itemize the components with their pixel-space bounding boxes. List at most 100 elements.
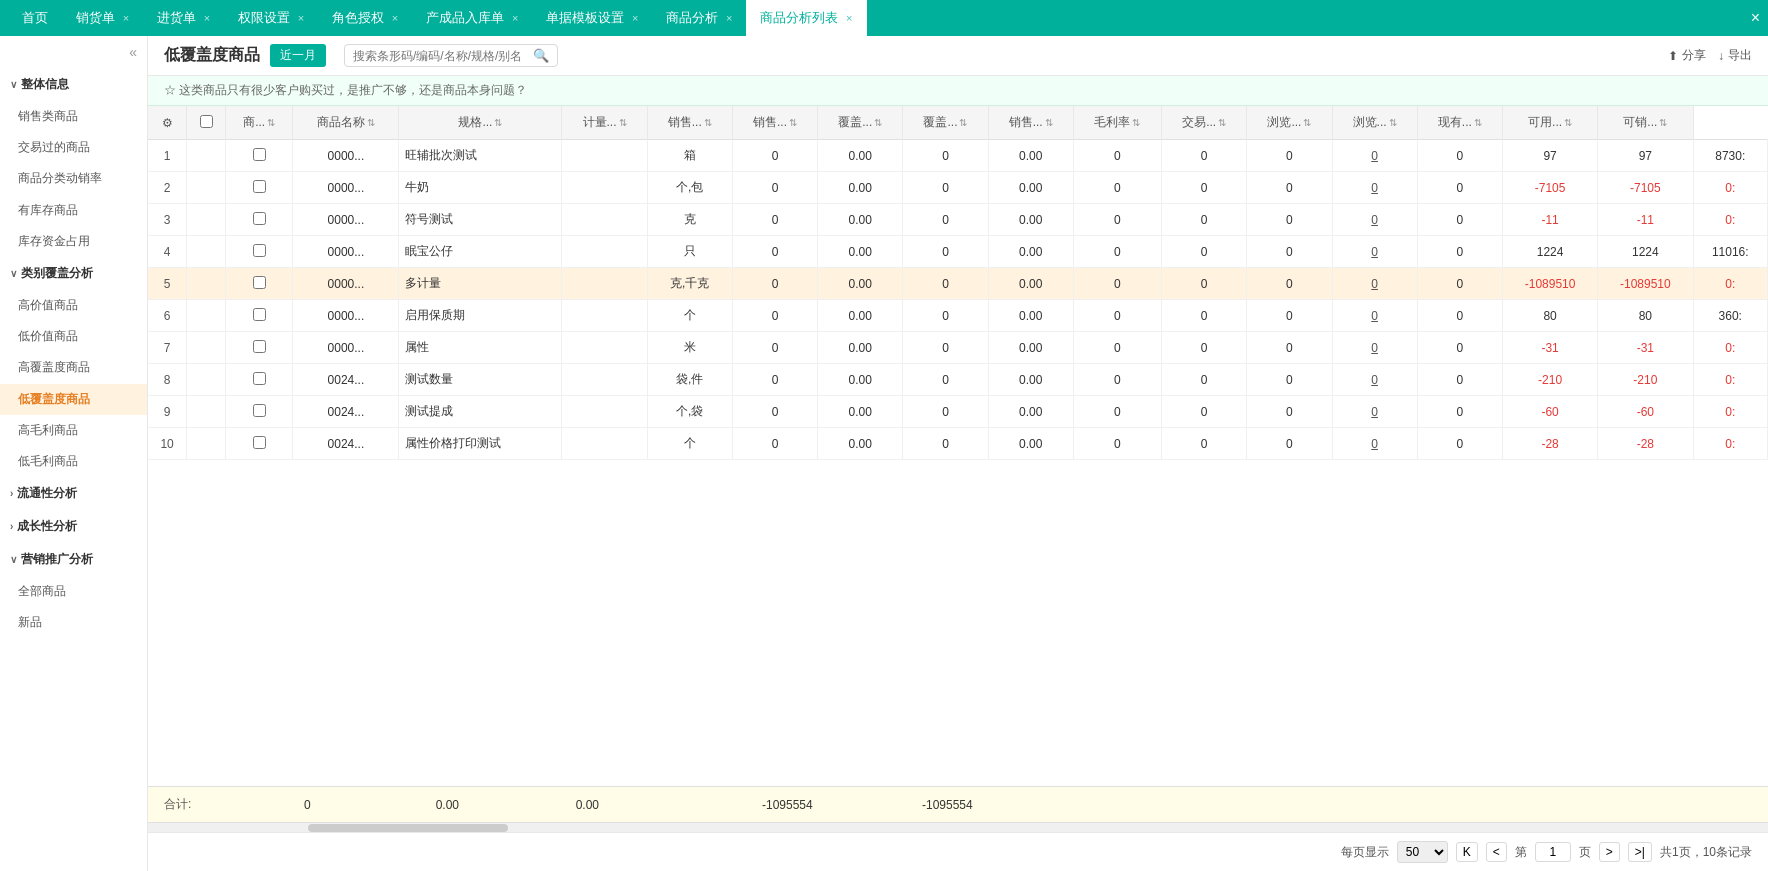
close-permission-icon[interactable]: × [298, 12, 304, 24]
row-checkbox[interactable] [253, 308, 266, 321]
search-icon[interactable]: 🔍 [533, 48, 549, 63]
browse-link[interactable]: 0 [1371, 213, 1378, 227]
col-coverage2[interactable]: 覆盖...⇅ [903, 106, 988, 140]
cell-browse1[interactable]: 0 [1332, 396, 1417, 428]
sidebar-item-category-rate[interactable]: 商品分类动销率 [0, 163, 147, 194]
cell-checkbox[interactable] [226, 140, 293, 172]
col-sales-amt[interactable]: 销售...⇅ [732, 106, 817, 140]
sidebar-item-new-goods[interactable]: 新品 [0, 607, 147, 638]
first-page-button[interactable]: K [1456, 842, 1478, 862]
cell-checkbox[interactable] [226, 204, 293, 236]
browse-link[interactable]: 0 [1371, 405, 1378, 419]
share-button[interactable]: ⬆ 分享 [1668, 47, 1706, 64]
browse-link[interactable]: 0 [1371, 373, 1378, 387]
col-unit[interactable]: 计量...⇅ [562, 106, 647, 140]
cell-checkbox[interactable] [226, 236, 293, 268]
close-purchase-icon[interactable]: × [204, 12, 210, 24]
table-wrapper[interactable]: ⚙ 商...⇅ 商品名称⇅ 规格...⇅ 计量...⇅ 销售...⇅ 销售...… [148, 106, 1768, 786]
last-page-button[interactable]: >| [1628, 842, 1652, 862]
col-code[interactable]: 商...⇅ [226, 106, 293, 140]
sidebar-item-all-goods[interactable]: 全部商品 [0, 576, 147, 607]
sidebar-item-high-value[interactable]: 高价值商品 [0, 290, 147, 321]
sidebar-item-stock-goods[interactable]: 有库存商品 [0, 195, 147, 226]
sidebar-section-coverage[interactable]: ∨ 类别覆盖分析 [0, 257, 147, 290]
browse-link[interactable]: 0 [1371, 181, 1378, 195]
cell-browse1[interactable]: 0 [1332, 140, 1417, 172]
cell-browse1[interactable]: 0 [1332, 236, 1417, 268]
row-checkbox[interactable] [253, 340, 266, 353]
col-saleable[interactable]: 可销...⇅ [1598, 106, 1693, 140]
browse-link[interactable]: 0 [1371, 277, 1378, 291]
col-current-stock[interactable]: 现有...⇅ [1417, 106, 1502, 140]
sidebar-section-liquidity[interactable]: › 流通性分析 [0, 477, 147, 510]
sidebar-item-traded-goods[interactable]: 交易过的商品 [0, 132, 147, 163]
sidebar-item-high-gross[interactable]: 高毛利商品 [0, 415, 147, 446]
nav-tab-finished[interactable]: 产成品入库单 × [412, 0, 532, 36]
cell-checkbox[interactable] [226, 172, 293, 204]
per-page-select[interactable]: 50 100 200 [1397, 841, 1448, 863]
sidebar-section-marketing[interactable]: ∨ 营销推广分析 [0, 543, 147, 576]
sidebar-item-low-value[interactable]: 低价值商品 [0, 321, 147, 352]
sidebar-item-stock-capital[interactable]: 库存资金占用 [0, 226, 147, 257]
sidebar-item-sales-goods[interactable]: 销售类商品 [0, 101, 147, 132]
search-input[interactable] [353, 49, 533, 63]
nav-tab-sales[interactable]: 销货单 × [62, 0, 143, 36]
col-transaction[interactable]: 交易...⇅ [1162, 106, 1247, 140]
row-checkbox[interactable] [253, 372, 266, 385]
row-checkbox[interactable] [253, 404, 266, 417]
col-spec[interactable]: 规格...⇅ [399, 106, 562, 140]
row-checkbox[interactable] [253, 276, 266, 289]
nav-tab-role[interactable]: 角色授权 × [318, 0, 412, 36]
cell-checkbox[interactable] [226, 396, 293, 428]
close-template-icon[interactable]: × [632, 12, 638, 24]
col-browse2[interactable]: 浏览...⇅ [1332, 106, 1417, 140]
browse-link[interactable]: 0 [1371, 309, 1378, 323]
sidebar-collapse-button[interactable]: « [0, 36, 147, 68]
col-sales-qty[interactable]: 销售...⇅ [647, 106, 732, 140]
prev-page-button[interactable]: < [1486, 842, 1507, 862]
nav-tab-permission[interactable]: 权限设置 × [224, 0, 318, 36]
cell-browse1[interactable]: 0 [1332, 332, 1417, 364]
browse-link[interactable]: 0 [1371, 245, 1378, 259]
page-input[interactable] [1535, 842, 1571, 862]
browse-link[interactable]: 0 [1371, 341, 1378, 355]
col-checkbox[interactable] [187, 106, 226, 140]
time-filter-button[interactable]: 近一月 [270, 44, 326, 67]
col-sales3[interactable]: 销售...⇅ [988, 106, 1073, 140]
sidebar-item-low-gross[interactable]: 低毛利商品 [0, 446, 147, 477]
sidebar-item-high-coverage[interactable]: 高覆盖度商品 [0, 352, 147, 383]
select-all-checkbox[interactable] [200, 115, 213, 128]
cell-checkbox[interactable] [226, 428, 293, 460]
cell-browse1[interactable]: 0 [1332, 300, 1417, 332]
cell-checkbox[interactable] [226, 300, 293, 332]
cell-browse1[interactable]: 0 [1332, 364, 1417, 396]
col-coverage1[interactable]: 覆盖...⇅ [818, 106, 903, 140]
sidebar-section-overall[interactable]: ∨ 整体信息 [0, 68, 147, 101]
nav-tab-purchase[interactable]: 进货单 × [143, 0, 224, 36]
nav-tab-analysis[interactable]: 商品分析 × [652, 0, 746, 36]
cell-checkbox[interactable] [226, 332, 293, 364]
row-checkbox[interactable] [253, 436, 266, 449]
close-role-icon[interactable]: × [392, 12, 398, 24]
next-page-button[interactable]: > [1599, 842, 1620, 862]
settings-icon[interactable]: ⚙ [162, 116, 173, 130]
browse-link[interactable]: 0 [1371, 149, 1378, 163]
browse-link[interactable]: 0 [1371, 437, 1378, 451]
export-button[interactable]: ↓ 导出 [1718, 47, 1752, 64]
nav-tab-home[interactable]: 首页 [8, 0, 62, 36]
sidebar-section-growth[interactable]: › 成长性分析 [0, 510, 147, 543]
horizontal-scrollbar[interactable] [148, 822, 1768, 832]
close-analysis-icon[interactable]: × [726, 12, 732, 24]
cell-browse1[interactable]: 0 [1332, 172, 1417, 204]
cell-browse1[interactable]: 0 [1332, 204, 1417, 236]
col-browse1[interactable]: 浏览...⇅ [1247, 106, 1332, 140]
row-checkbox[interactable] [253, 212, 266, 225]
close-finished-icon[interactable]: × [512, 12, 518, 24]
row-checkbox[interactable] [253, 244, 266, 257]
nav-tab-template[interactable]: 单据模板设置 × [532, 0, 652, 36]
nav-tab-analysis-list[interactable]: 商品分析列表 × [746, 0, 866, 36]
sidebar-item-low-coverage[interactable]: 低覆盖度商品 [0, 384, 147, 415]
row-checkbox[interactable] [253, 180, 266, 193]
col-gross-margin[interactable]: 毛利率⇅ [1073, 106, 1161, 140]
close-analysis-list-icon[interactable]: × [846, 12, 852, 24]
